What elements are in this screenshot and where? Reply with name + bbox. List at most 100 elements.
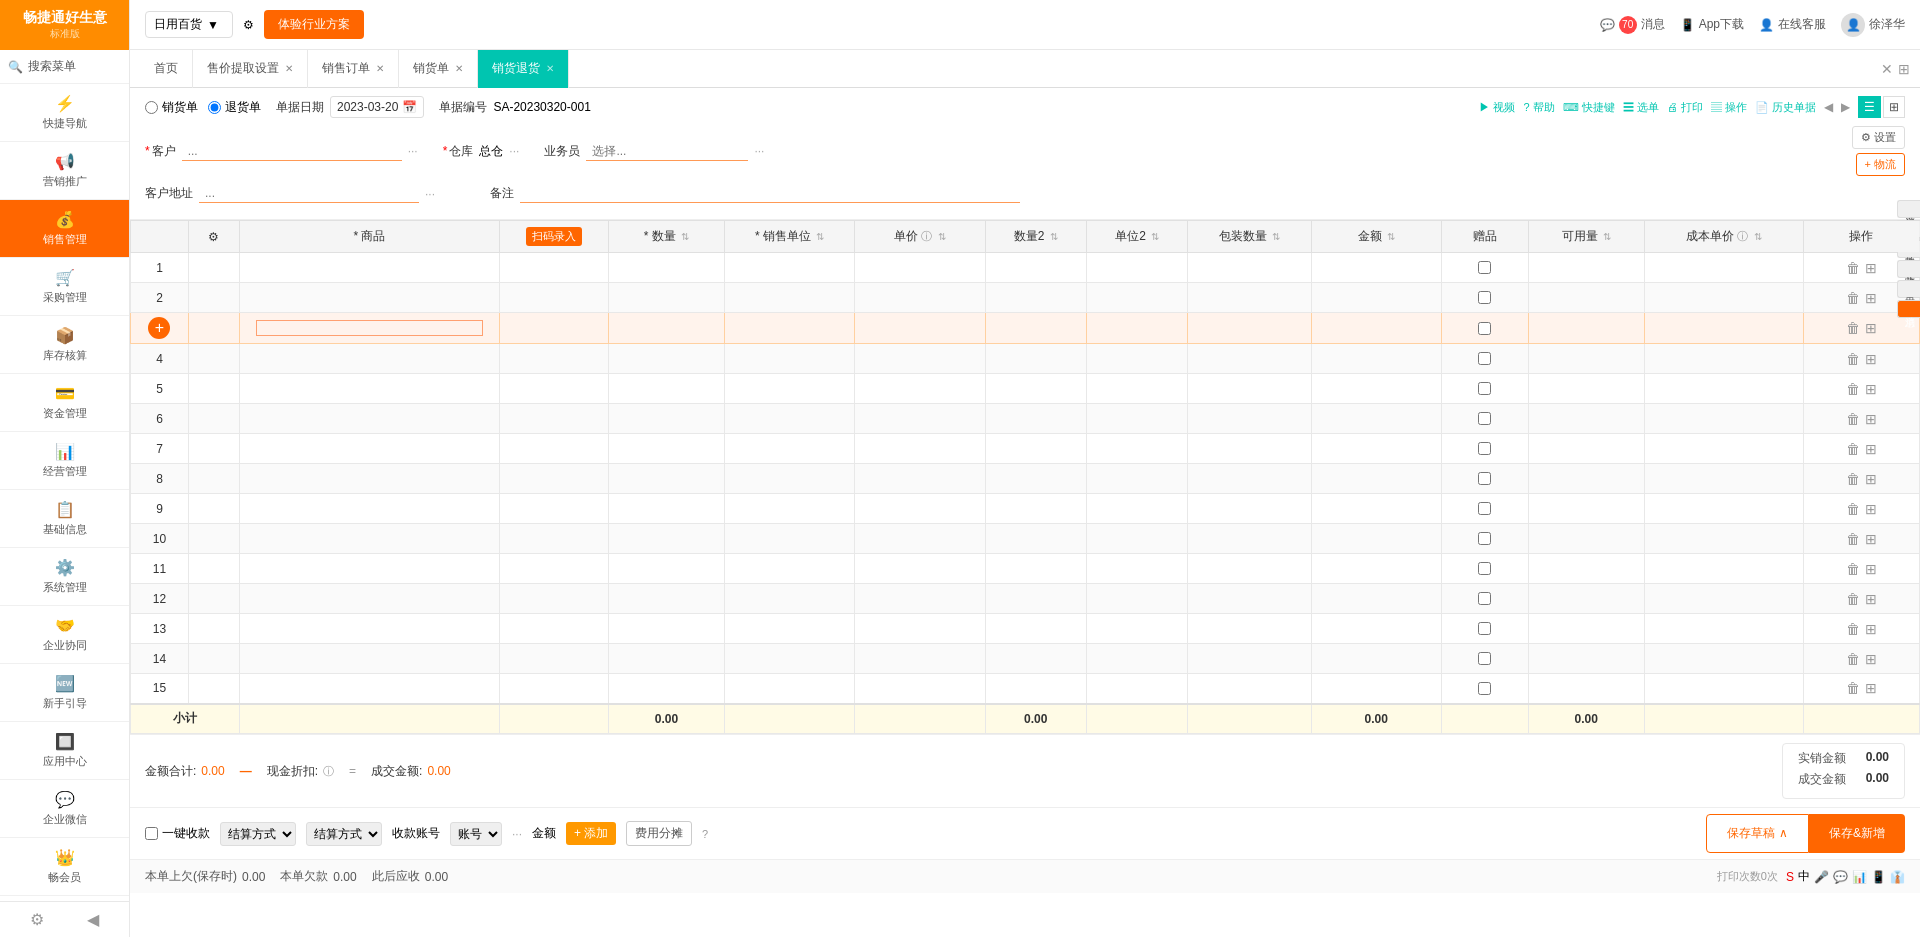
row-price[interactable]	[855, 614, 985, 644]
delete-icon[interactable]: 🗑	[1846, 411, 1860, 427]
bottom-icon-7[interactable]: 👔	[1890, 870, 1905, 884]
experience-btn[interactable]: 体验行业方案	[264, 10, 364, 39]
row-product[interactable]	[239, 524, 500, 554]
copy-icon[interactable]: ⊞	[1865, 501, 1877, 517]
message-item[interactable]: 💬 70 消息	[1600, 16, 1665, 34]
row-unit2[interactable]	[1086, 644, 1187, 674]
address-input[interactable]	[199, 184, 419, 203]
delete-icon[interactable]: 🗑	[1846, 680, 1860, 696]
th-settings[interactable]: ⚙	[188, 221, 239, 253]
copy-icon[interactable]: ⊞	[1865, 411, 1877, 427]
payment-method-select[interactable]: 结算方式	[220, 822, 296, 846]
gift-checkbox[interactable]	[1478, 291, 1491, 304]
row-amount[interactable]	[1311, 404, 1441, 434]
row-qty[interactable]	[609, 644, 725, 674]
bottom-icon-4[interactable]: 💬	[1833, 870, 1848, 884]
remark-input[interactable]	[520, 184, 1020, 203]
radio-return-input[interactable]	[208, 101, 221, 114]
discount-info-icon[interactable]: ⓘ	[323, 764, 334, 779]
row-amount[interactable]	[1311, 584, 1441, 614]
settings-icon[interactable]: ⚙	[243, 18, 254, 32]
row-unit2[interactable]	[1086, 614, 1187, 644]
account-more-btn[interactable]: ···	[512, 827, 522, 841]
pack-sort-icon[interactable]: ⇅	[1272, 231, 1280, 242]
row-qty2[interactable]	[985, 253, 1086, 283]
row-product[interactable]	[239, 614, 500, 644]
delete-icon[interactable]: 🗑	[1846, 501, 1860, 517]
row-unit2[interactable]	[1086, 554, 1187, 584]
row-unit[interactable]	[724, 253, 854, 283]
float-item-4[interactable]: 收藏	[1897, 260, 1920, 278]
row-amount[interactable]	[1311, 283, 1441, 313]
sidebar-item-marketing[interactable]: 📢 营销推广	[0, 142, 129, 200]
row-unit2[interactable]	[1086, 434, 1187, 464]
row-qty2[interactable]	[985, 644, 1086, 674]
add-row-btn[interactable]: +	[148, 317, 170, 339]
row-price[interactable]	[855, 554, 985, 584]
logistics-btn[interactable]: + 物流	[1856, 153, 1905, 176]
row-price[interactable]	[855, 524, 985, 554]
gift-checkbox[interactable]	[1478, 592, 1491, 605]
radio-sale-out-input[interactable]	[145, 101, 158, 114]
row-qty2[interactable]	[985, 524, 1086, 554]
row-price[interactable]	[855, 644, 985, 674]
row-unit2[interactable]	[1086, 313, 1187, 344]
copy-icon[interactable]: ⊞	[1865, 471, 1877, 487]
row-unit[interactable]	[724, 404, 854, 434]
row-gift[interactable]	[1441, 253, 1528, 283]
select-btn[interactable]: ☰ 选单	[1623, 100, 1659, 115]
cost-info-icon[interactable]: ⓘ	[1737, 230, 1748, 242]
row-product[interactable]	[239, 644, 500, 674]
tab-home[interactable]: 首页	[140, 50, 193, 88]
copy-icon[interactable]: ⊞	[1865, 591, 1877, 607]
row-pack[interactable]	[1188, 434, 1311, 464]
delete-icon[interactable]: 🗑	[1846, 320, 1860, 336]
row-unit2[interactable]	[1086, 283, 1187, 313]
qty-sort-icon[interactable]: ⇅	[681, 231, 689, 242]
unit2-sort-icon[interactable]: ⇅	[1151, 231, 1159, 242]
gift-checkbox[interactable]	[1478, 682, 1491, 695]
row-price[interactable]	[855, 253, 985, 283]
cost-sort-icon[interactable]: ⇅	[1754, 231, 1762, 242]
delete-icon[interactable]: 🗑	[1846, 591, 1860, 607]
price-info-icon[interactable]: ⓘ	[921, 230, 932, 242]
row-product[interactable]	[239, 554, 500, 584]
sidebar-item-finance[interactable]: 💳 资金管理	[0, 374, 129, 432]
row-amount[interactable]	[1311, 554, 1441, 584]
sidebar-item-guide[interactable]: 🆕 新手引导	[0, 664, 129, 722]
operate-btn[interactable]: ▤ 操作	[1711, 100, 1747, 115]
row-qty[interactable]	[609, 404, 725, 434]
row-unit[interactable]	[724, 283, 854, 313]
tab-sale-price-close[interactable]: ✕	[285, 63, 293, 74]
row-qty[interactable]	[609, 253, 725, 283]
delete-icon[interactable]: 🗑	[1846, 290, 1860, 306]
row-pack[interactable]	[1188, 464, 1311, 494]
radio-return[interactable]: 退货单	[208, 99, 261, 116]
tab-sale-out[interactable]: 销货单 ✕	[399, 50, 478, 88]
sidebar-item-basic[interactable]: 📋 基础信息	[0, 490, 129, 548]
row-price[interactable]	[855, 434, 985, 464]
row-qty[interactable]	[609, 344, 725, 374]
row-unit[interactable]	[724, 554, 854, 584]
tab-sale-order-close[interactable]: ✕	[376, 63, 384, 74]
delete-icon[interactable]: 🗑	[1846, 260, 1860, 276]
row-price[interactable]	[855, 374, 985, 404]
row-unit[interactable]	[724, 614, 854, 644]
account-select[interactable]: 账号	[450, 822, 502, 846]
row-price[interactable]	[855, 344, 985, 374]
payment-checkbox[interactable]	[145, 827, 158, 840]
list-view-icon[interactable]: ☰	[1858, 96, 1881, 118]
sidebar-item-system[interactable]: ⚙️ 系统管理	[0, 548, 129, 606]
row-unit2[interactable]	[1086, 344, 1187, 374]
row-amount[interactable]	[1311, 253, 1441, 283]
sidebar-item-sales[interactable]: 💰 销售管理	[0, 200, 129, 258]
copy-icon[interactable]: ⊞	[1865, 621, 1877, 637]
row-pack[interactable]	[1188, 524, 1311, 554]
save-new-btn[interactable]: 保存&新增	[1809, 814, 1905, 853]
gift-checkbox[interactable]	[1478, 261, 1491, 274]
shortcut-btn[interactable]: ⌨ 快捷键	[1563, 100, 1615, 115]
bottom-icon-3[interactable]: 🎤	[1814, 870, 1829, 884]
row-unit[interactable]	[724, 374, 854, 404]
gift-checkbox[interactable]	[1478, 622, 1491, 635]
row-product[interactable]	[239, 494, 500, 524]
